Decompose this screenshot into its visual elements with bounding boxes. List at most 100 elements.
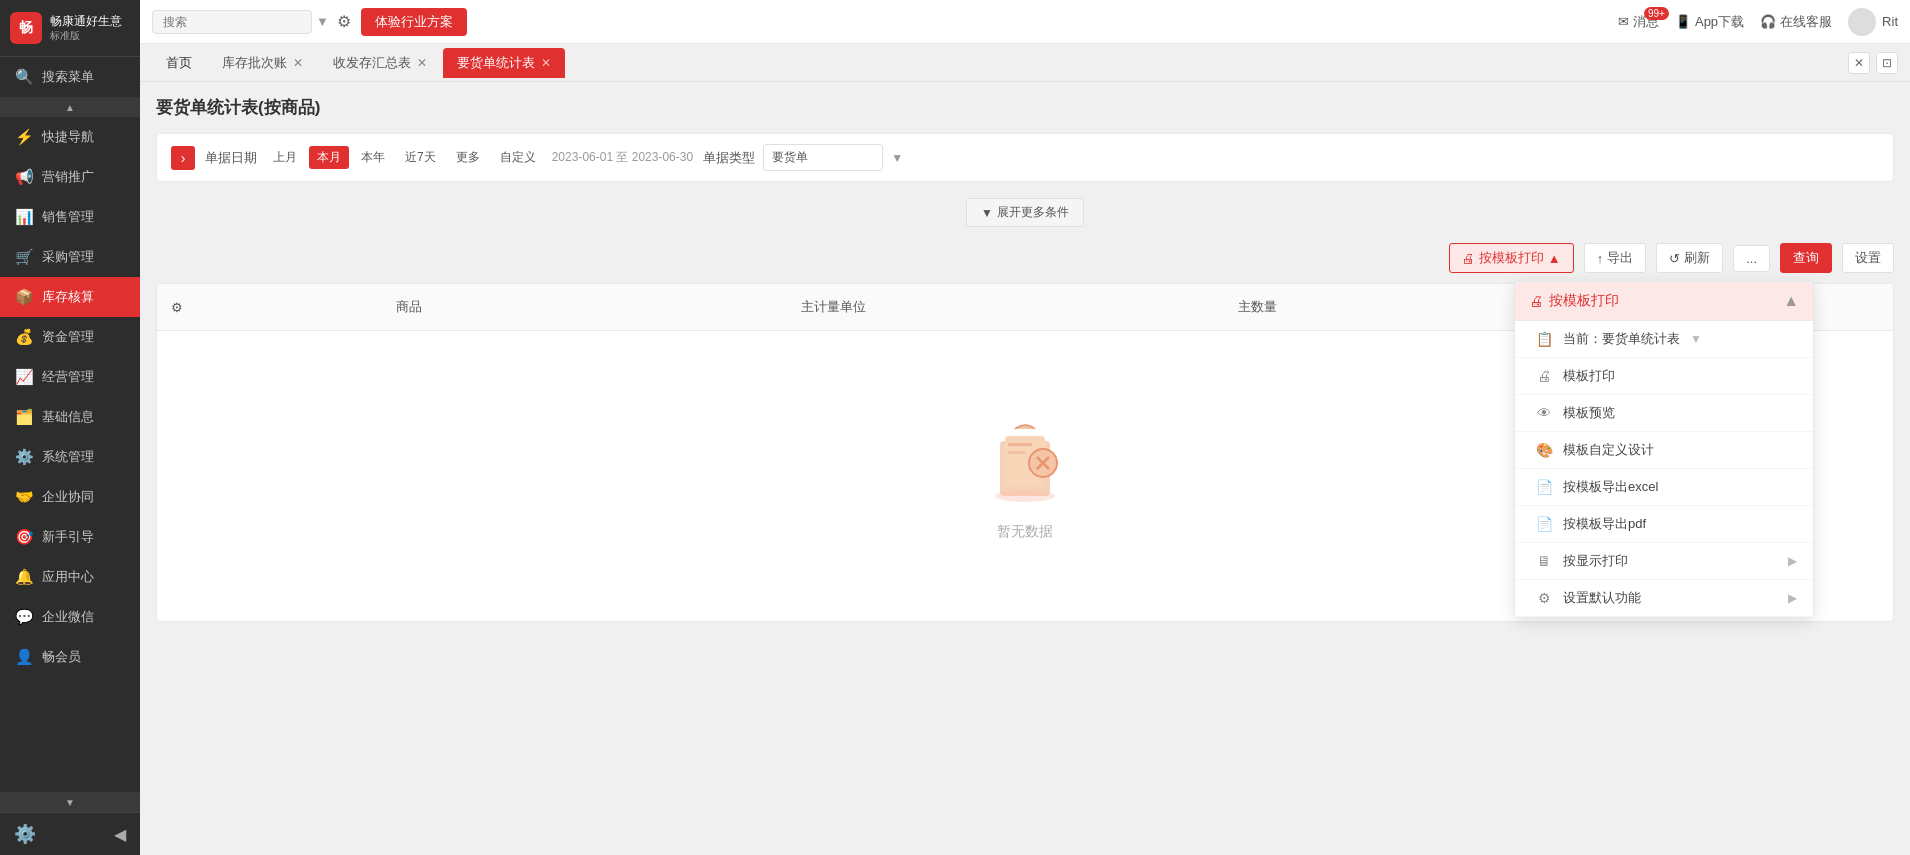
date-opt-this-year[interactable]: 本年 — [353, 146, 393, 169]
message-icon: ✉ — [1618, 14, 1629, 29]
print-dropdown-chevron-icon[interactable]: ▲ — [1783, 292, 1799, 310]
type-select[interactable]: 要货单 — [763, 144, 883, 171]
sidebar-item-guide[interactable]: 🎯 新手引导 — [0, 517, 140, 557]
sidebar-item-label: 采购管理 — [42, 248, 94, 266]
more-button[interactable]: ... — [1733, 245, 1770, 272]
dropdown-current-item[interactable]: 📋 当前：要货单统计表 ▼ — [1515, 321, 1813, 358]
sidebar-item-sales[interactable]: 📊 销售管理 — [0, 197, 140, 237]
tab-maximize-button[interactable]: ⊡ — [1876, 52, 1898, 74]
svg-rect-6 — [1008, 443, 1032, 446]
tab-inventory-batch-close[interactable]: ✕ — [293, 56, 303, 70]
online-service-item[interactable]: 🎧 在线客服 — [1760, 13, 1832, 31]
sidebar-nav: ⚡ 快捷导航 📢 营销推广 📊 销售管理 🛒 采购管理 📦 库存核算 💰 资金管… — [0, 117, 140, 792]
date-opt-last-month[interactable]: 上月 — [265, 146, 305, 169]
sidebar-item-label: 系统管理 — [42, 448, 94, 466]
settings-button[interactable]: 设置 — [1842, 243, 1894, 273]
guide-icon: 🎯 — [14, 527, 34, 547]
sidebar-item-system[interactable]: ⚙️ 系统管理 — [0, 437, 140, 477]
filter-expand-button[interactable]: › — [171, 146, 195, 170]
app-download-item[interactable]: 📱 App下载 — [1675, 13, 1744, 31]
sidebar-item-purchase[interactable]: 🛒 采购管理 — [0, 237, 140, 277]
user-avatar — [1848, 8, 1876, 36]
sidebar-item-label: 企业微信 — [42, 608, 94, 626]
dropdown-display-print-item[interactable]: 🖥 按显示打印 ▶ — [1515, 543, 1813, 580]
sidebar-item-label: 畅会员 — [42, 648, 81, 666]
refresh-icon: ↺ — [1669, 251, 1680, 266]
system-icon: ⚙️ — [14, 447, 34, 467]
app-name: 畅康通好生意 — [50, 13, 122, 30]
tab-order-stats-close[interactable]: ✕ — [541, 56, 551, 70]
dropdown-current-label: 当前：要货单统计表 — [1563, 330, 1680, 348]
dropdown-export-excel-label: 按模板导出excel — [1563, 478, 1658, 496]
sidebar-item-inventory[interactable]: 📦 库存核算 — [0, 277, 140, 317]
export-button[interactable]: ↑ 导出 — [1584, 243, 1647, 273]
expand-more-button[interactable]: ▼ 展开更多条件 — [966, 198, 1084, 227]
user-avatar-item[interactable]: Rit — [1848, 8, 1898, 36]
message-icon-item[interactable]: ✉ 消息 99+ — [1618, 13, 1659, 31]
date-opt-this-month[interactable]: 本月 — [309, 146, 349, 169]
sidebar-item-label: 企业协同 — [42, 488, 94, 506]
experience-button[interactable]: 体验行业方案 — [361, 8, 467, 36]
sidebar-item-member[interactable]: 👤 畅会员 — [0, 637, 140, 677]
export-label: 导出 — [1607, 249, 1633, 267]
app-logo-icon: 畅 — [10, 12, 42, 44]
username-label: Rit — [1882, 14, 1898, 29]
query-label: 查询 — [1793, 249, 1819, 267]
th-unit: 主计量单位 — [621, 292, 1045, 322]
print-dropdown-title-label: 按模板打印 — [1549, 292, 1619, 310]
print-template-label: 按模板打印 — [1479, 249, 1544, 267]
dropdown-default-setting-item[interactable]: ⚙ 设置默认功能 ▶ — [1515, 580, 1813, 617]
th-quantity: 主数量 — [1045, 292, 1469, 322]
tab-order-stats[interactable]: 要货单统计表 ✕ — [443, 48, 565, 78]
dropdown-export-pdf-item[interactable]: 📄 按模板导出pdf — [1515, 506, 1813, 543]
tab-home-label: 首页 — [166, 54, 192, 72]
topbar-search-input[interactable] — [152, 10, 312, 34]
date-opt-7days[interactable]: 近7天 — [397, 146, 444, 169]
topbar-left: ▼ ⚙ 体验行业方案 — [152, 8, 1618, 36]
dropdown-current-arrow: ▼ — [1690, 332, 1702, 346]
sidebar-item-search[interactable]: 🔍 搜索菜单 — [0, 57, 140, 97]
dropdown-export-excel-item[interactable]: 📄 按模板导出excel — [1515, 469, 1813, 506]
purchase-icon: 🛒 — [14, 247, 34, 267]
date-opt-custom[interactable]: 自定义 — [492, 146, 544, 169]
sidebar-settings-icon[interactable]: ⚙️ — [14, 823, 36, 845]
message-badge: 99+ — [1644, 7, 1669, 20]
dropdown-template-custom-item[interactable]: 🎨 模板自定义设计 — [1515, 432, 1813, 469]
app-version: 标准版 — [50, 29, 122, 43]
topbar-search-dropdown-icon[interactable]: ▼ — [316, 14, 329, 29]
th-goods: 商品 — [197, 292, 621, 322]
sidebar-item-finance[interactable]: 💰 资金管理 — [0, 317, 140, 357]
tab-receivable[interactable]: 收发存汇总表 ✕ — [319, 48, 441, 78]
print-template-button[interactable]: 🖨 按模板打印 ▲ — [1449, 243, 1574, 273]
th-settings[interactable]: ⚙ — [157, 294, 197, 321]
sidebar: 畅 畅康通好生意 标准版 🔍 搜索菜单 ▲ ⚡ 快捷导航 📢 营销推广 📊 销售… — [0, 0, 140, 855]
dropdown-template-custom-label: 模板自定义设计 — [1563, 441, 1654, 459]
dropdown-template-preview-item[interactable]: 👁 模板预览 — [1515, 395, 1813, 432]
date-opt-more[interactable]: 更多 — [448, 146, 488, 169]
sidebar-item-label: 新手引导 — [42, 528, 94, 546]
tab-receivable-close[interactable]: ✕ — [417, 56, 427, 70]
marketing-icon: 📢 — [14, 167, 34, 187]
sidebar-item-operation[interactable]: 📈 经营管理 — [0, 357, 140, 397]
date-options: 上月 本月 本年 近7天 更多 自定义 — [265, 146, 544, 169]
tab-close-all-button[interactable]: ✕ — [1848, 52, 1870, 74]
sidebar-item-basic[interactable]: 🗂️ 基础信息 — [0, 397, 140, 437]
sidebar-collapse-icon[interactable]: ◀ — [114, 825, 126, 844]
scroll-up-button[interactable]: ▲ — [0, 97, 140, 117]
sidebar-item-wechat[interactable]: 💬 企业微信 — [0, 597, 140, 637]
sidebar-item-collab[interactable]: 🤝 企业协同 — [0, 477, 140, 517]
tab-inventory-batch-label: 库存批次账 — [222, 54, 287, 72]
topbar-gear-icon[interactable]: ⚙ — [337, 12, 351, 31]
export-pdf-icon: 📄 — [1535, 516, 1553, 532]
topbar-right: ✉ 消息 99+ 📱 App下载 🎧 在线客服 Rit — [1618, 8, 1898, 36]
refresh-button[interactable]: ↺ 刷新 — [1656, 243, 1723, 273]
sidebar-item-marketing[interactable]: 📢 营销推广 — [0, 157, 140, 197]
sidebar-item-shortcut[interactable]: ⚡ 快捷导航 — [0, 117, 140, 157]
sidebar-item-appstore[interactable]: 🔔 应用中心 — [0, 557, 140, 597]
member-icon: 👤 — [14, 647, 34, 667]
tab-inventory-batch[interactable]: 库存批次账 ✕ — [208, 48, 317, 78]
dropdown-template-print-item[interactable]: 🖨 模板打印 — [1515, 358, 1813, 395]
query-button[interactable]: 查询 — [1780, 243, 1832, 273]
tab-home[interactable]: 首页 — [152, 48, 206, 78]
scroll-down-button[interactable]: ▼ — [0, 792, 140, 812]
